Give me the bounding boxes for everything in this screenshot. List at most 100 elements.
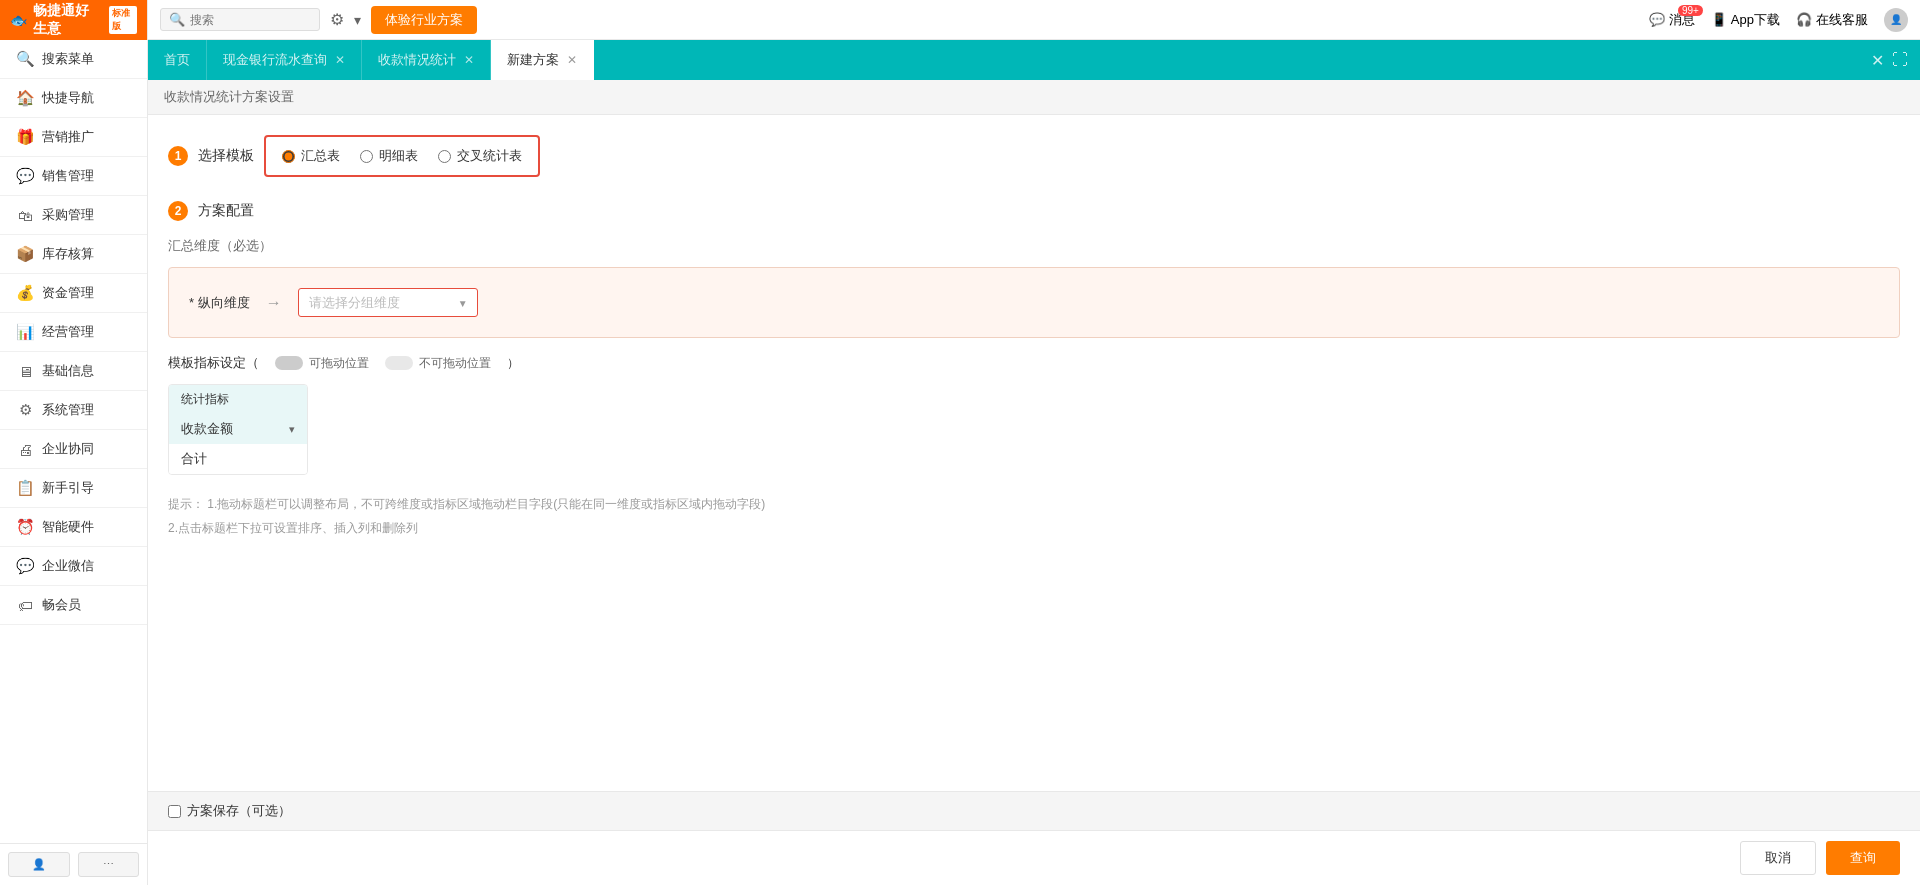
ops-icon: 📊 [16, 323, 34, 341]
dropdown-icon[interactable]: ▾ [354, 12, 361, 28]
content-area: 收款情况统计方案设置 1 选择模板 汇总表 明细表 [148, 80, 1920, 885]
sidebar-item-smart-hw[interactable]: ⏰ 智能硬件 [0, 508, 147, 547]
save-checkbox-label[interactable]: 方案保存（可选） [168, 802, 291, 820]
tab-bank-flow-close[interactable]: ✕ [335, 53, 345, 67]
sidebar-bottom-btn1[interactable]: 👤 [8, 852, 70, 877]
action-bar: 取消 查询 [148, 830, 1920, 885]
close-window-icon[interactable]: ✕ [1871, 51, 1884, 70]
dim-select-wrap: 请选择分组维度 [298, 288, 478, 317]
tab-new-plan[interactable]: 新建方案 ✕ [491, 40, 594, 80]
vertical-dim-label: * 纵向维度 [189, 294, 250, 312]
save-checkbox[interactable] [168, 805, 181, 818]
step2-title: 方案配置 [198, 202, 254, 220]
sidebar-item-label: 资金管理 [42, 284, 94, 302]
cancel-button[interactable]: 取消 [1740, 841, 1816, 875]
page-breadcrumb: 收款情况统计方案设置 [148, 80, 1920, 115]
sidebar-item-sales[interactable]: 💬 销售管理 [0, 157, 147, 196]
search-icon: 🔍 [16, 50, 34, 68]
metric-dropdown-icon[interactable]: ▾ [289, 423, 295, 436]
sidebar-item-corp-wechat[interactable]: 💬 企业微信 [0, 547, 147, 586]
avatar[interactable]: 👤 [1884, 8, 1908, 32]
metric-item-amount[interactable]: 收款金额 ▾ [169, 414, 307, 444]
search-box[interactable]: 🔍 [160, 8, 320, 31]
sidebar-item-label: 企业协同 [42, 440, 94, 458]
sidebar-item-label: 库存核算 [42, 245, 94, 263]
fixed-label: 不可拖动位置 [419, 355, 491, 372]
tip-1: 提示： 1.拖动标题栏可以调整布局，不可跨维度或指标区域拖动栏目字段(只能在同一… [168, 494, 1900, 516]
radio-detail[interactable]: 明细表 [360, 147, 418, 165]
sidebar-item-label: 销售管理 [42, 167, 94, 185]
search-icon: 🔍 [169, 12, 185, 27]
radio-detail-input[interactable] [360, 150, 373, 163]
tab-home[interactable]: 首页 [148, 40, 207, 80]
dim-select[interactable]: 请选择分组维度 [298, 288, 478, 317]
search-input[interactable] [190, 13, 311, 27]
metrics-header: 统计指标 [169, 385, 307, 414]
query-button[interactable]: 查询 [1826, 841, 1900, 875]
step1-number: 1 [168, 146, 188, 166]
industry-btn[interactable]: 体验行业方案 [371, 6, 477, 34]
sidebar-item-marketing[interactable]: 🎁 营销推广 [0, 118, 147, 157]
tip-2: 2.点击标题栏下拉可设置排序、插入列和删除列 [168, 518, 1900, 540]
radio-summary-input[interactable] [282, 150, 295, 163]
tab-bank-flow-label: 现金银行流水查询 [223, 51, 327, 69]
sidebar-item-base-info[interactable]: 🖥 基础信息 [0, 352, 147, 391]
finance-icon: 💰 [16, 284, 34, 302]
tab-bar: 首页 现金银行流水查询 ✕ 收款情况统计 ✕ 新建方案 ✕ ✕ ⛶ [148, 40, 1920, 80]
sidebar-item-ops[interactable]: 📊 经营管理 [0, 313, 147, 352]
membership-icon: 🏷 [16, 597, 34, 614]
sidebar-item-label: 经营管理 [42, 323, 94, 341]
sidebar-item-newbie[interactable]: 📋 新手引导 [0, 469, 147, 508]
metrics-setting-label: 模板指标设定（ [168, 354, 259, 372]
tab-bank-flow[interactable]: 现金银行流水查询 ✕ [207, 40, 362, 80]
message-btn[interactable]: 💬 消息 99+ [1649, 11, 1695, 29]
sidebar-item-search[interactable]: 🔍 搜索菜单 [0, 40, 147, 79]
step1-title: 选择模板 [198, 147, 254, 165]
tab-collection-stat[interactable]: 收款情况统计 ✕ [362, 40, 491, 80]
app-download-btn[interactable]: 📱 App下载 [1711, 11, 1780, 29]
radio-cross-input[interactable] [438, 150, 451, 163]
message-badge: 99+ [1678, 5, 1703, 16]
sidebar-bottom-btn2[interactable]: ⋯ [78, 852, 140, 877]
sidebar-item-membership[interactable]: 🏷 畅会员 [0, 586, 147, 625]
tab-collection-stat-close[interactable]: ✕ [464, 53, 474, 67]
step2-header: 2 方案配置 [168, 201, 1900, 221]
header-right: 💬 消息 99+ 📱 App下载 🎧 在线客服 👤 [1649, 8, 1908, 32]
settings-icon[interactable]: ⚙ [330, 10, 344, 29]
tips-area: 提示： 1.拖动标题栏可以调整布局，不可跨维度或指标区域拖动栏目字段(只能在同一… [168, 494, 1900, 539]
legend-fixed: 不可拖动位置 [385, 355, 491, 372]
wechat-icon: 💬 [16, 557, 34, 575]
sidebar-item-label: 搜索菜单 [42, 50, 94, 68]
sidebar-item-finance[interactable]: 💰 资金管理 [0, 274, 147, 313]
expand-window-icon[interactable]: ⛶ [1892, 51, 1908, 69]
sidebar-item-label: 畅会员 [42, 596, 81, 614]
sidebar-item-purchase[interactable]: 🛍 采购管理 [0, 196, 147, 235]
online-service-label: 在线客服 [1816, 11, 1868, 29]
gift-icon: 🎁 [16, 128, 34, 146]
tab-bar-actions: ✕ ⛶ [1871, 51, 1920, 70]
logo-badge: 标准版 [109, 6, 137, 34]
tab-home-label: 首页 [164, 51, 190, 69]
sidebar-item-stock[interactable]: 📦 库存核算 [0, 235, 147, 274]
step1-section: 1 选择模板 汇总表 明细表 交叉统计表 [168, 135, 1900, 177]
radio-summary[interactable]: 汇总表 [282, 147, 340, 165]
sidebar-item-corp-collab[interactable]: 🖨 企业协同 [0, 430, 147, 469]
tab-collection-stat-label: 收款情况统计 [378, 51, 456, 69]
message-icon: 💬 [1649, 12, 1665, 27]
fixed-indicator [385, 356, 413, 370]
radio-cross[interactable]: 交叉统计表 [438, 147, 522, 165]
online-service-btn[interactable]: 🎧 在线客服 [1796, 11, 1868, 29]
sidebar-item-sys-mgmt[interactable]: ⚙ 系统管理 [0, 391, 147, 430]
radio-cross-label: 交叉统计表 [457, 147, 522, 165]
sidebar-item-label: 采购管理 [42, 206, 94, 224]
template-options: 汇总表 明细表 交叉统计表 [264, 135, 540, 177]
legend-close-paren: ） [507, 355, 519, 372]
step1-header: 1 选择模板 汇总表 明细表 交叉统计表 [168, 135, 1900, 177]
dimension-row: * 纵向维度 → 请选择分组维度 [189, 288, 1879, 317]
breadcrumb-text: 收款情况统计方案设置 [164, 89, 294, 104]
smart-hw-icon: ⏰ [16, 518, 34, 536]
app-icon: 📱 [1711, 12, 1727, 27]
tab-new-plan-close[interactable]: ✕ [567, 53, 577, 67]
legend-area: 模板指标设定（ 可拖动位置 不可拖动位置 ） [168, 354, 1900, 372]
sidebar-item-quick-nav[interactable]: 🏠 快捷导航 [0, 79, 147, 118]
